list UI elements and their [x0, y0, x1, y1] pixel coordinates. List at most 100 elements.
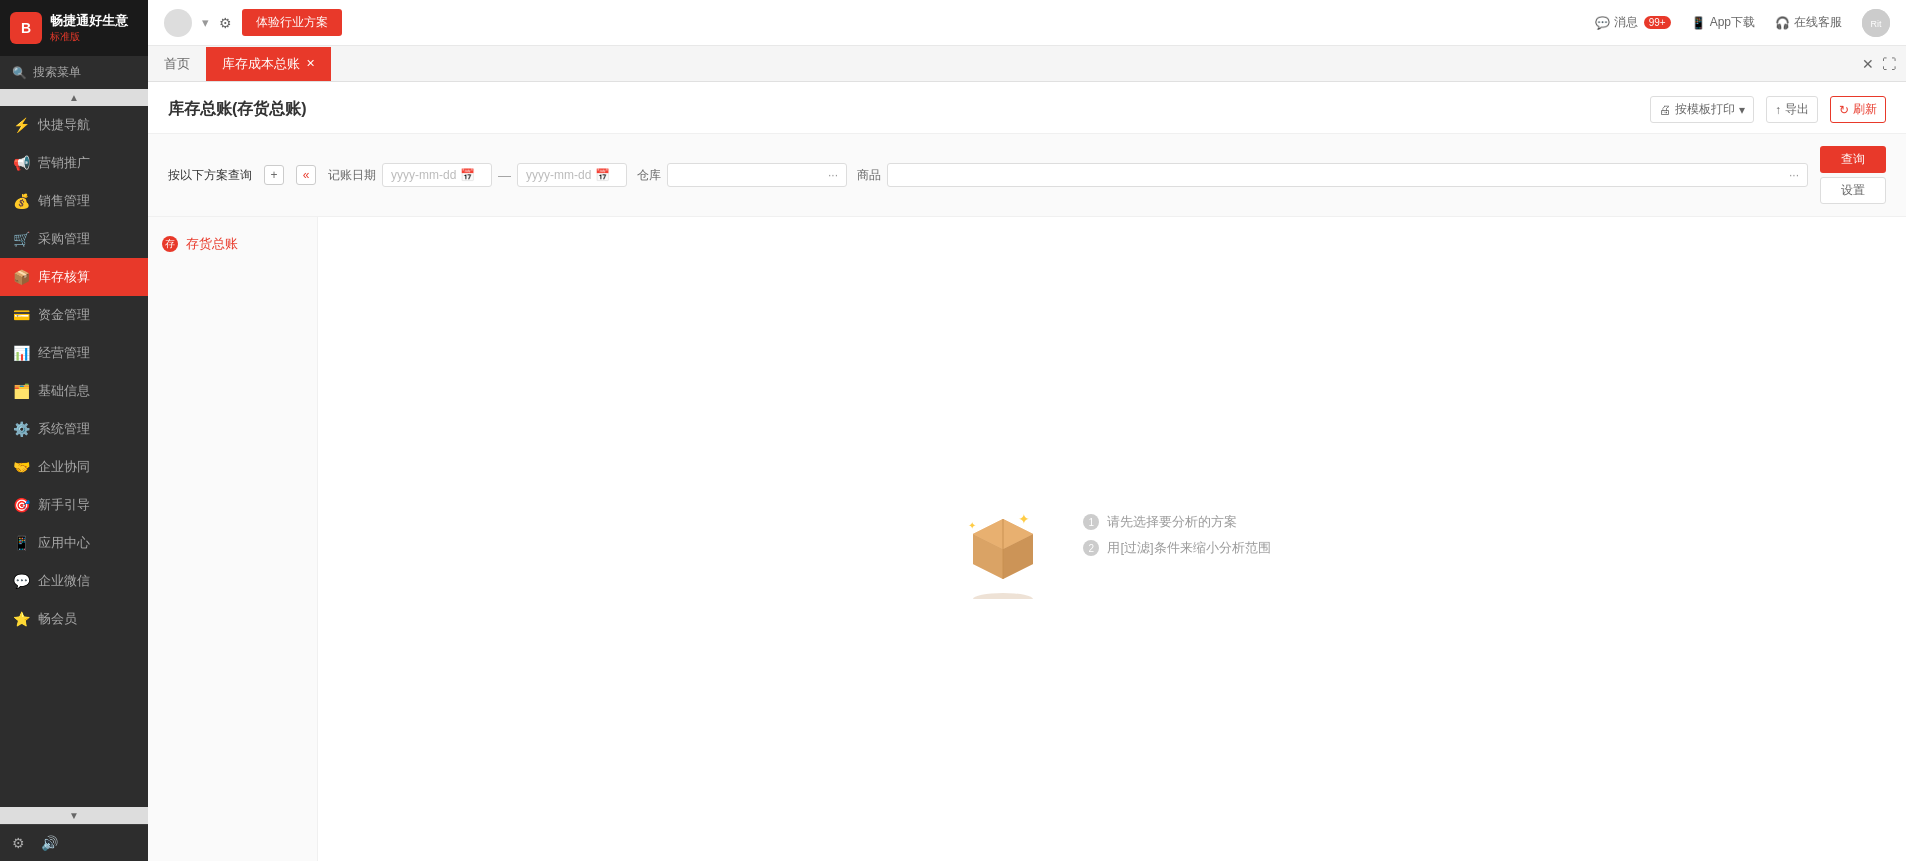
svg-text:Rit: Rit — [1871, 19, 1882, 29]
message-badge: 99+ — [1644, 16, 1671, 29]
filter-row: 记账日期 yyyy-mm-dd 📅 — yyyy-mm-dd 📅 仓库 — [328, 163, 1808, 187]
refresh-icon: ↻ — [1839, 103, 1849, 117]
product-input[interactable]: ··· — [887, 163, 1808, 187]
warehouse-more-icon[interactable]: ··· — [828, 168, 838, 182]
sidebar-search[interactable]: 🔍 搜索菜单 — [0, 56, 148, 89]
empty-step-1: 1 请先选择要分析的方案 — [1083, 513, 1270, 531]
wechat-icon: 💬 — [12, 573, 30, 589]
topbar: ▾ ⚙ 体验行业方案 💬 消息 99+ 📱 App下载 🎧 在线客服 Rit — [148, 0, 1906, 46]
shortcut-icon: ⚡ — [12, 117, 30, 133]
finance-icon: 💳 — [12, 307, 30, 323]
headset-icon: 🎧 — [1775, 16, 1790, 30]
topbar-avatar — [164, 9, 192, 37]
message-icon: 💬 — [1595, 16, 1610, 30]
topbar-user-avatar[interactable]: Rit — [1862, 9, 1890, 37]
sidebar-scroll-down[interactable]: ▼ — [0, 807, 148, 824]
date-label: 记账日期 — [328, 167, 376, 184]
tab-home[interactable]: 首页 — [148, 47, 206, 81]
topbar-dropdown-icon[interactable]: ▾ — [202, 15, 209, 30]
topbar-gear-icon[interactable]: ⚙ — [219, 15, 232, 31]
export-button[interactable]: ↑ 导出 — [1766, 96, 1818, 123]
system-icon: ⚙️ — [12, 421, 30, 437]
scheme-icon: 存 — [162, 236, 178, 252]
product-more-icon[interactable]: ··· — [1789, 168, 1799, 182]
main-area: ▾ ⚙ 体验行业方案 💬 消息 99+ 📱 App下载 🎧 在线客服 Rit — [148, 0, 1906, 861]
sidebar-item-basic[interactable]: 🗂️ 基础信息 — [0, 372, 148, 410]
sidebar-item-marketing[interactable]: 📢 营销推广 — [0, 144, 148, 182]
tab-close-panel-icon[interactable]: ✕ — [1862, 56, 1874, 72]
calendar-start-icon[interactable]: 📅 — [460, 168, 475, 182]
tab-close-icon[interactable]: ✕ — [306, 57, 315, 70]
content: 库存总账(存货总账) 🖨 按模板打印 ▾ ↑ 导出 ↻ 刷新 — [148, 82, 1906, 861]
sales-icon: 💰 — [12, 193, 30, 209]
date-end-input[interactable]: yyyy-mm-dd 📅 — [517, 163, 627, 187]
sidebar-item-finance[interactable]: 💳 资金管理 — [0, 296, 148, 334]
sidebar-nav: ⚡ 快捷导航 📢 营销推广 💰 销售管理 🛒 采购管理 📦 库存核算 💳 资金管… — [0, 106, 148, 807]
print-button[interactable]: 🖨 按模板打印 ▾ — [1650, 96, 1754, 123]
query-button[interactable]: 查询 — [1820, 146, 1886, 173]
logo-icon: B — [10, 12, 42, 44]
empty-text: 1 请先选择要分析的方案 2 用[过滤]条件来缩小分析范围 — [1083, 513, 1270, 565]
warehouse-label: 仓库 — [637, 167, 661, 184]
step-1-number: 1 — [1083, 514, 1099, 530]
svg-point-2 — [973, 593, 1033, 599]
logo-sub-text: 标准版 — [50, 30, 128, 44]
topbar-app-download[interactable]: 📱 App下载 — [1691, 14, 1755, 31]
marketing-icon: 📢 — [12, 155, 30, 171]
filter-collapse-button[interactable]: « — [296, 165, 316, 185]
basic-icon: 🗂️ — [12, 383, 30, 399]
member-icon: ⭐ — [12, 611, 30, 627]
content-body: 存 存货总账 — [148, 217, 1906, 861]
page-title: 库存总账(存货总账) — [168, 99, 307, 120]
filter-label: 按以下方案查询 — [168, 167, 252, 184]
tab-expand-icon[interactable]: ⛶ — [1882, 56, 1896, 72]
filter-warehouse-group: 仓库 ··· — [637, 163, 847, 187]
svg-text:✦: ✦ — [1018, 511, 1030, 527]
operations-icon: 📊 — [12, 345, 30, 361]
print-icon: 🖨 — [1659, 103, 1671, 117]
inventory-icon: 📦 — [12, 269, 30, 285]
filter-actions: 查询 设置 — [1820, 146, 1886, 204]
sidebar-item-wechat[interactable]: 💬 企业微信 — [0, 562, 148, 600]
sidebar-footer: ⚙ 🔊 — [0, 824, 148, 861]
sidebar-item-inventory[interactable]: 📦 库存核算 — [0, 258, 148, 296]
print-dropdown-icon: ▾ — [1739, 103, 1745, 117]
speaker-icon[interactable]: 🔊 — [41, 835, 58, 851]
settings-icon[interactable]: ⚙ — [12, 835, 25, 851]
export-icon: ↑ — [1775, 103, 1781, 117]
scheme-sidebar: 存 存货总账 — [148, 217, 318, 861]
calendar-end-icon[interactable]: 📅 — [595, 168, 610, 182]
logo-main-text: 畅捷通好生意 — [50, 12, 128, 30]
topbar-online-service[interactable]: 🎧 在线客服 — [1775, 14, 1842, 31]
scheme-item-inventory-ledger[interactable]: 存 存货总账 — [148, 227, 317, 261]
sidebar-item-appstore[interactable]: 📱 应用中心 — [0, 524, 148, 562]
search-icon: 🔍 — [12, 66, 27, 80]
trial-button[interactable]: 体验行业方案 — [242, 9, 342, 36]
sidebar-item-sales[interactable]: 💰 销售管理 — [0, 182, 148, 220]
filter-add-button[interactable]: + — [264, 165, 284, 185]
page-header-actions: 🖨 按模板打印 ▾ ↑ 导出 ↻ 刷新 — [1650, 96, 1886, 123]
guide-icon: 🎯 — [12, 497, 30, 513]
sidebar-item-shortcut[interactable]: ⚡ 快捷导航 — [0, 106, 148, 144]
sidebar-scroll-up[interactable]: ▲ — [0, 89, 148, 106]
date-start-input[interactable]: yyyy-mm-dd 📅 — [382, 163, 492, 187]
empty-illustration: ✦ ✦ — [953, 489, 1053, 589]
refresh-button[interactable]: ↻ 刷新 — [1830, 96, 1886, 123]
sidebar-item-enterprise[interactable]: 🤝 企业协同 — [0, 448, 148, 486]
topbar-messages[interactable]: 💬 消息 99+ — [1595, 14, 1671, 31]
page-container: 库存总账(存货总账) 🖨 按模板打印 ▾ ↑ 导出 ↻ 刷新 — [148, 82, 1906, 861]
product-label: 商品 — [857, 167, 881, 184]
topbar-right: 💬 消息 99+ 📱 App下载 🎧 在线客服 Rit — [1595, 9, 1890, 37]
sidebar-item-purchase[interactable]: 🛒 采购管理 — [0, 220, 148, 258]
empty-state: ✦ ✦ 1 请先选择要分析的方案 2 — [953, 489, 1270, 589]
sidebar-item-operations[interactable]: 📊 经营管理 — [0, 334, 148, 372]
warehouse-input[interactable]: ··· — [667, 163, 847, 187]
sidebar-item-system[interactable]: ⚙️ 系统管理 — [0, 410, 148, 448]
enterprise-icon: 🤝 — [12, 459, 30, 475]
svg-text:✦: ✦ — [968, 520, 976, 531]
tab-inventory-cost[interactable]: 库存成本总账 ✕ — [206, 47, 331, 81]
sidebar-item-member[interactable]: ⭐ 畅会员 — [0, 600, 148, 638]
setting-button[interactable]: 设置 — [1820, 177, 1886, 204]
sidebar: B 畅捷通好生意 标准版 🔍 搜索菜单 ▲ ⚡ 快捷导航 📢 营销推广 💰 销售… — [0, 0, 148, 861]
sidebar-item-guide[interactable]: 🎯 新手引导 — [0, 486, 148, 524]
